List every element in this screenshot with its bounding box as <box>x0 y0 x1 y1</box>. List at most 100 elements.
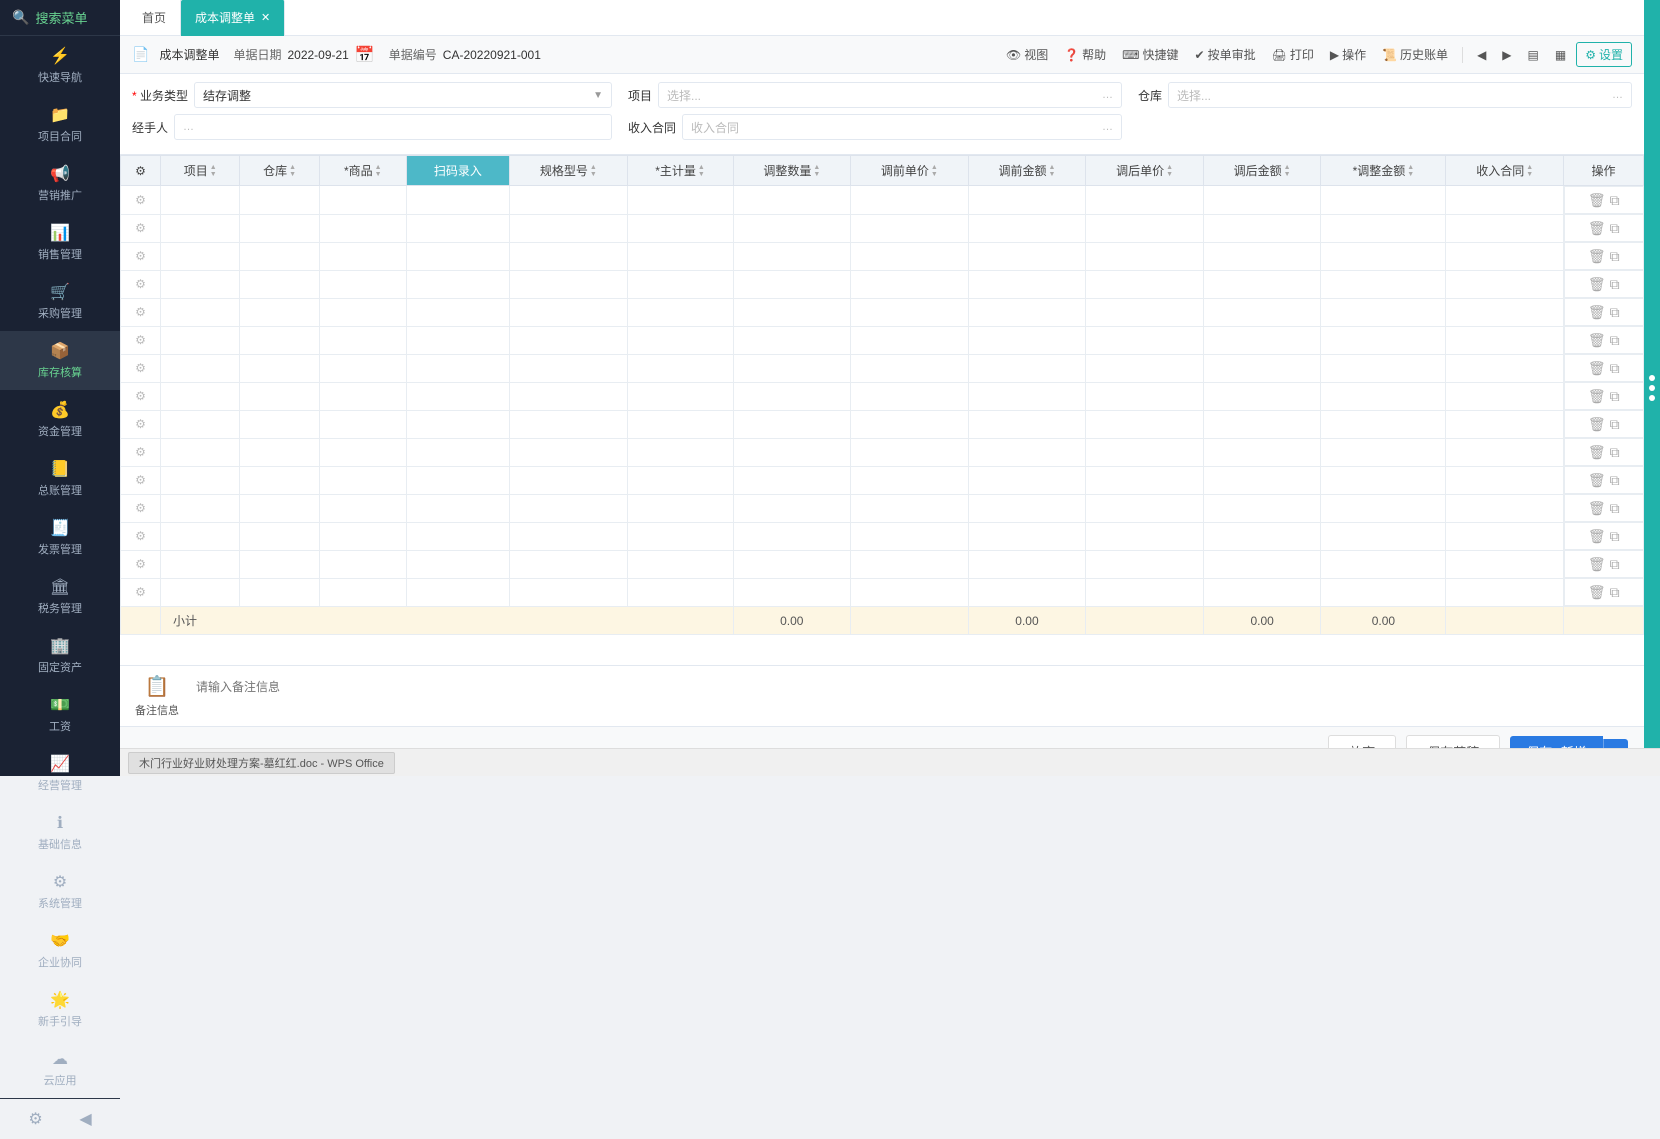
cell-price_before-6[interactable] <box>851 326 969 354</box>
cell-amount_after-9[interactable] <box>1203 410 1321 438</box>
cell-price_before-12[interactable] <box>851 494 969 522</box>
cell-adjust-7[interactable] <box>1321 354 1446 382</box>
cell-unit-12[interactable] <box>627 494 733 522</box>
row-settings-12[interactable]: ⚙ <box>121 494 161 522</box>
col-spec[interactable]: 规格型号▲▼ <box>510 156 628 186</box>
cell-price_after-5[interactable] <box>1086 298 1204 326</box>
cell-price_after-6[interactable] <box>1086 326 1204 354</box>
cell-goods-5[interactable] <box>319 298 406 326</box>
cell-adjust-12[interactable] <box>1321 494 1446 522</box>
cell-spec-13[interactable] <box>510 522 628 550</box>
shortcut-btn[interactable]: ⌨快捷键 <box>1116 44 1184 65</box>
cell-warehouse-3[interactable] <box>240 242 319 270</box>
sidebar-item-inventory-calc[interactable]: 📦库存核算 <box>0 331 120 390</box>
cell-project-3[interactable] <box>161 242 240 270</box>
cell-unit-2[interactable] <box>627 214 733 242</box>
cell-income-14[interactable] <box>1446 550 1564 578</box>
cell-scan-3[interactable] <box>406 242 509 270</box>
row-settings-10[interactable]: ⚙ <box>121 438 161 466</box>
cell-price_before-2[interactable] <box>851 214 969 242</box>
row-settings-13[interactable]: ⚙ <box>121 522 161 550</box>
cell-spec-4[interactable] <box>510 270 628 298</box>
cell-amount_before-9[interactable] <box>968 410 1086 438</box>
cell-warehouse-10[interactable] <box>240 438 319 466</box>
cell-project-2[interactable] <box>161 214 240 242</box>
cell-amount_before-5[interactable] <box>968 298 1086 326</box>
cell-price_after-9[interactable] <box>1086 410 1204 438</box>
cell-adjust-6[interactable] <box>1321 326 1446 354</box>
cell-amount_after-12[interactable] <box>1203 494 1321 522</box>
delete-icon-3[interactable]: 🗑 <box>1588 248 1606 265</box>
copy-icon-14[interactable]: ⧉ <box>1610 556 1620 573</box>
cell-warehouse-13[interactable] <box>240 522 319 550</box>
row-settings-3[interactable]: ⚙ <box>121 242 161 270</box>
sort-icon-qty[interactable]: ▲▼ <box>813 164 820 178</box>
cell-scan-14[interactable] <box>406 550 509 578</box>
delete-icon-12[interactable]: 🗑 <box>1588 500 1606 517</box>
approve-btn[interactable]: ✔按单审批 <box>1189 44 1262 65</box>
income-contract-value[interactable]: 收入合同 … <box>682 114 1122 140</box>
cell-income-4[interactable] <box>1446 270 1564 298</box>
cell-income-1[interactable] <box>1446 186 1564 215</box>
cell-warehouse-9[interactable] <box>240 410 319 438</box>
cell-amount_before-14[interactable] <box>968 550 1086 578</box>
cell-price_before-8[interactable] <box>851 382 969 410</box>
copy-icon-4[interactable]: ⧉ <box>1610 276 1620 293</box>
cell-qty-9[interactable] <box>733 410 851 438</box>
delete-icon-1[interactable]: 🗑 <box>1588 192 1606 209</box>
cell-spec-15[interactable] <box>510 578 628 607</box>
cell-price_after-12[interactable] <box>1086 494 1204 522</box>
cell-amount_after-3[interactable] <box>1203 242 1321 270</box>
cell-price_after-11[interactable] <box>1086 466 1204 494</box>
copy-icon-12[interactable]: ⧉ <box>1610 500 1620 517</box>
cell-spec-11[interactable] <box>510 466 628 494</box>
delete-icon-5[interactable]: 🗑 <box>1588 304 1606 321</box>
cell-income-13[interactable] <box>1446 522 1564 550</box>
cell-goods-9[interactable] <box>319 410 406 438</box>
cell-amount_after-6[interactable] <box>1203 326 1321 354</box>
cell-amount_before-8[interactable] <box>968 382 1086 410</box>
sidebar-item-fixed-assets[interactable]: 🏢固定资产 <box>0 626 120 685</box>
cell-income-11[interactable] <box>1446 466 1564 494</box>
cell-amount_after-15[interactable] <box>1203 578 1321 607</box>
copy-icon-1[interactable]: ⧉ <box>1610 192 1620 209</box>
cell-qty-10[interactable] <box>733 438 851 466</box>
cell-goods-10[interactable] <box>319 438 406 466</box>
cell-amount_before-10[interactable] <box>968 438 1086 466</box>
cell-unit-6[interactable] <box>627 326 733 354</box>
cell-amount_after-13[interactable] <box>1203 522 1321 550</box>
cell-spec-5[interactable] <box>510 298 628 326</box>
cell-price_after-10[interactable] <box>1086 438 1204 466</box>
delete-icon-13[interactable]: 🗑 <box>1588 528 1606 545</box>
sort-icon-unit[interactable]: ▲▼ <box>698 164 705 178</box>
cell-spec-1[interactable] <box>510 186 628 215</box>
sidebar-item-sales-mgmt[interactable]: 📊销售管理 <box>0 213 120 272</box>
copy-icon-2[interactable]: ⧉ <box>1610 220 1620 237</box>
sidebar-item-payroll[interactable]: 💵工资 <box>0 685 120 744</box>
cell-project-10[interactable] <box>161 438 240 466</box>
delete-icon-14[interactable]: 🗑 <box>1588 556 1606 573</box>
cell-scan-7[interactable] <box>406 354 509 382</box>
collapse-icon[interactable]: ◀ <box>79 1109 91 1129</box>
copy-icon-3[interactable]: ⧉ <box>1610 248 1620 265</box>
col-price_before[interactable]: 调前单价▲▼ <box>851 156 969 186</box>
cell-unit-7[interactable] <box>627 354 733 382</box>
cell-price_before-5[interactable] <box>851 298 969 326</box>
col-qty[interactable]: 调整数量▲▼ <box>733 156 851 186</box>
cell-adjust-15[interactable] <box>1321 578 1446 607</box>
cell-scan-2[interactable] <box>406 214 509 242</box>
help-btn[interactable]: ❓帮助 <box>1058 44 1112 65</box>
cell-project-4[interactable] <box>161 270 240 298</box>
sidebar-item-ledger-mgmt[interactable]: 📒总账管理 <box>0 449 120 508</box>
row-settings-1[interactable]: ⚙ <box>121 186 161 215</box>
cell-warehouse-4[interactable] <box>240 270 319 298</box>
cell-price_before-11[interactable] <box>851 466 969 494</box>
cell-scan-8[interactable] <box>406 382 509 410</box>
cell-scan-11[interactable] <box>406 466 509 494</box>
cell-warehouse-8[interactable] <box>240 382 319 410</box>
sort-icon-warehouse[interactable]: ▲▼ <box>289 164 296 178</box>
cell-price_before-7[interactable] <box>851 354 969 382</box>
cell-amount_after-14[interactable] <box>1203 550 1321 578</box>
cell-price_after-3[interactable] <box>1086 242 1204 270</box>
cell-adjust-3[interactable] <box>1321 242 1446 270</box>
